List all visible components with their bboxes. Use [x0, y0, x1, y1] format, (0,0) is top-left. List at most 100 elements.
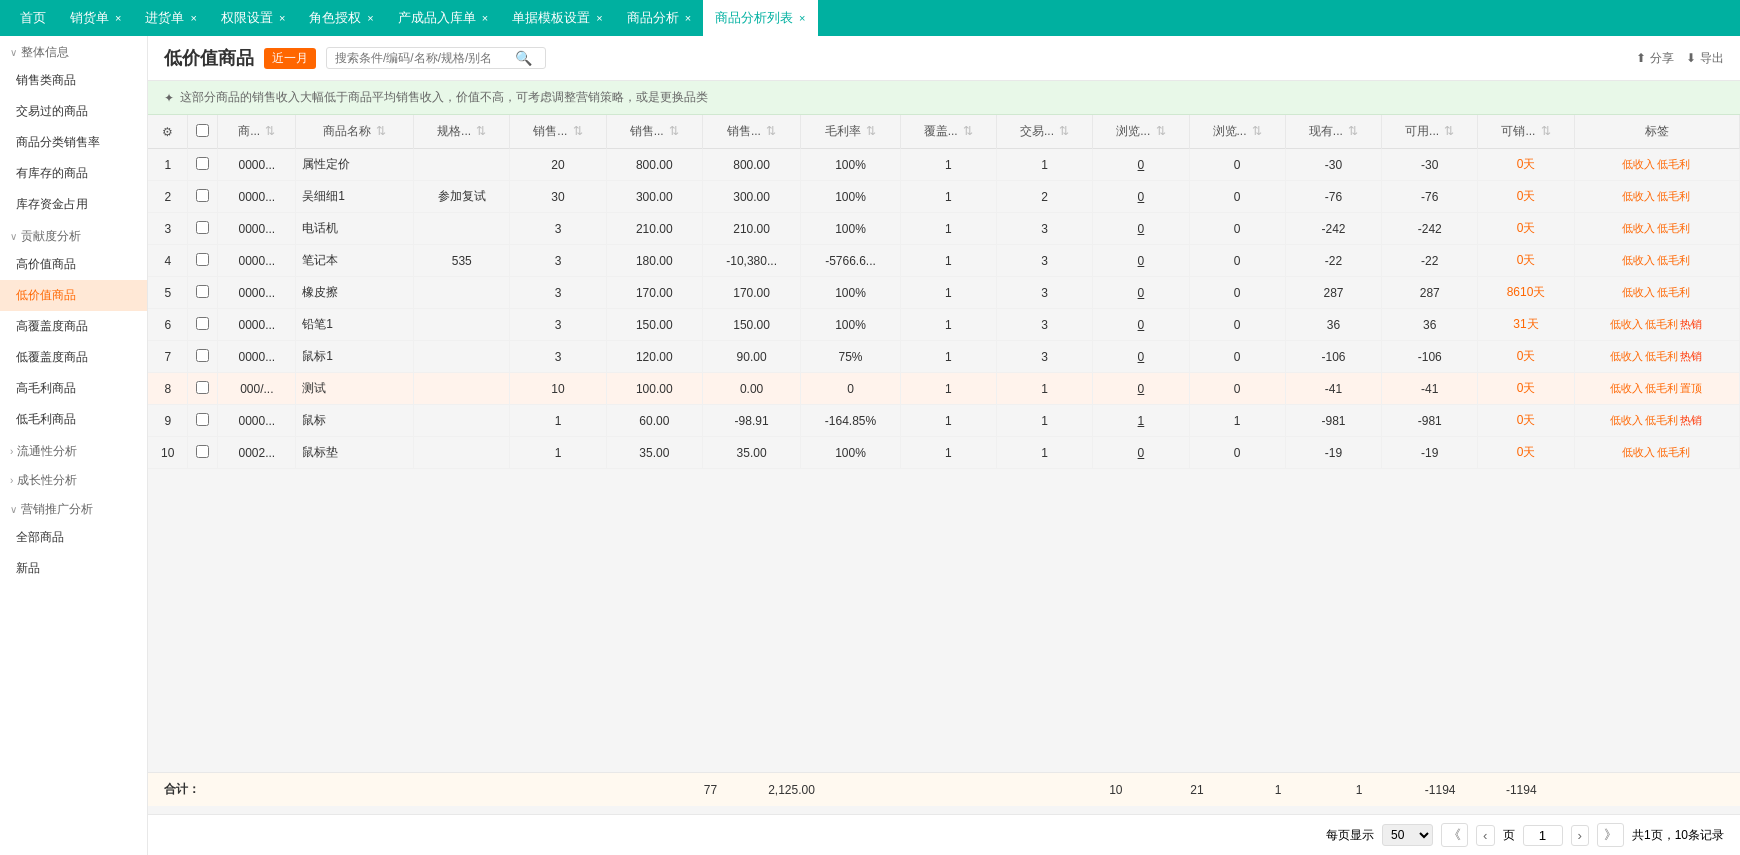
- select-all-checkbox[interactable]: [196, 124, 209, 137]
- cell-name: 属性定价: [296, 149, 414, 181]
- sidebar-item-new-products[interactable]: 新品: [0, 553, 147, 584]
- next-page-btn[interactable]: ›: [1571, 825, 1589, 846]
- per-page-select[interactable]: 50 100: [1382, 824, 1433, 846]
- close-icon[interactable]: ×: [799, 12, 805, 24]
- cell-views1[interactable]: 0: [1093, 213, 1189, 245]
- nav-home[interactable]: 首页: [8, 0, 58, 36]
- cell-views1[interactable]: 0: [1093, 181, 1189, 213]
- nav-template-settings[interactable]: 单据模板设置 ×: [500, 0, 614, 36]
- th-available[interactable]: 可用... ⇅: [1382, 115, 1478, 149]
- th-sales-cost[interactable]: 销售... ⇅: [702, 115, 800, 149]
- cell-name: 测试: [296, 373, 414, 405]
- cell-sellable: 0天: [1478, 149, 1574, 181]
- close-icon[interactable]: ×: [115, 12, 121, 24]
- cell-checkbox[interactable]: [188, 309, 218, 341]
- cell-sales-cost: 800.00: [702, 149, 800, 181]
- cell-checkbox[interactable]: [188, 245, 218, 277]
- sidebar-item-traded-products[interactable]: 交易过的商品: [0, 96, 147, 127]
- page-input[interactable]: [1523, 825, 1563, 846]
- prev-page-btn[interactable]: ‹: [1476, 825, 1494, 846]
- cell-checkbox[interactable]: [188, 213, 218, 245]
- sidebar-item-high-value[interactable]: 高价值商品: [0, 249, 147, 280]
- cell-checkbox[interactable]: [188, 181, 218, 213]
- sidebar-section-growth[interactable]: › 成长性分析: [0, 464, 147, 493]
- sidebar-section-flow[interactable]: › 流通性分析: [0, 435, 147, 464]
- cell-no: 2: [148, 181, 188, 213]
- sidebar-item-in-stock[interactable]: 有库存的商品: [0, 158, 147, 189]
- last-page-btn[interactable]: 》: [1597, 823, 1624, 847]
- nav-finished-goods[interactable]: 产成品入库单 ×: [386, 0, 500, 36]
- sidebar-section-contribution[interactable]: ∨ 贡献度分析: [0, 220, 147, 249]
- cell-checkbox[interactable]: [188, 277, 218, 309]
- cell-views1[interactable]: 0: [1093, 341, 1189, 373]
- share-button[interactable]: ⬆ 分享: [1636, 50, 1674, 67]
- cell-checkbox[interactable]: [188, 149, 218, 181]
- th-coverage[interactable]: 覆盖... ⇅: [900, 115, 996, 149]
- sidebar-item-low-coverage[interactable]: 低覆盖度商品: [0, 342, 147, 373]
- cell-views2: 0: [1189, 245, 1285, 277]
- close-icon[interactable]: ×: [685, 12, 691, 24]
- cell-views1[interactable]: 0: [1093, 373, 1189, 405]
- nav-product-analysis-list[interactable]: 商品分析列表 ×: [703, 0, 817, 36]
- cell-views1[interactable]: 0: [1093, 309, 1189, 341]
- cell-views1[interactable]: 0: [1093, 245, 1189, 277]
- table-row: 3 0000... 电话机 3 210.00 210.00 100% 1 3 0…: [148, 213, 1740, 245]
- sidebar-item-category-sales-rate[interactable]: 商品分类销售率: [0, 127, 147, 158]
- search-input[interactable]: [335, 51, 515, 65]
- sidebar-item-high-margin[interactable]: 高毛利商品: [0, 373, 147, 404]
- th-sellable[interactable]: 可销... ⇅: [1478, 115, 1574, 149]
- cell-gross-margin: 100%: [801, 277, 900, 309]
- search-icon[interactable]: 🔍: [515, 50, 532, 66]
- cell-views1[interactable]: 0: [1093, 437, 1189, 469]
- cell-available: -106: [1382, 341, 1478, 373]
- scrollbar[interactable]: [148, 806, 1740, 814]
- cell-checkbox[interactable]: [188, 341, 218, 373]
- table-row: 9 0000... 鼠标 1 60.00 -98.91 -164.85% 1 1…: [148, 405, 1740, 437]
- cell-views1[interactable]: 1: [1093, 405, 1189, 437]
- sidebar-item-sales-products[interactable]: 销售类商品: [0, 65, 147, 96]
- close-icon[interactable]: ×: [279, 12, 285, 24]
- th-current[interactable]: 现有... ⇅: [1285, 115, 1381, 149]
- th-sales-qty[interactable]: 销售... ⇅: [510, 115, 606, 149]
- cell-views1[interactable]: 0: [1093, 149, 1189, 181]
- th-trade[interactable]: 交易... ⇅: [997, 115, 1093, 149]
- th-views1[interactable]: 浏览... ⇅: [1093, 115, 1189, 149]
- summary-sales-amount: 2,125.00: [751, 783, 832, 797]
- th-spec[interactable]: 规格... ⇅: [414, 115, 510, 149]
- export-button[interactable]: ⬇ 导出: [1686, 50, 1724, 67]
- sidebar-item-low-margin[interactable]: 低毛利商品: [0, 404, 147, 435]
- first-page-btn[interactable]: 《: [1441, 823, 1468, 847]
- close-icon[interactable]: ×: [596, 12, 602, 24]
- cell-gross-margin: 0: [801, 373, 900, 405]
- th-name[interactable]: 商品名称 ⇅: [296, 115, 414, 149]
- th-checkbox[interactable]: [188, 115, 218, 149]
- sidebar-item-low-value[interactable]: 低价值商品: [0, 280, 147, 311]
- cell-name: 鼠标1: [296, 341, 414, 373]
- cell-checkbox[interactable]: [188, 373, 218, 405]
- sidebar-item-all-products[interactable]: 全部商品: [0, 522, 147, 553]
- cell-trade: 1: [997, 149, 1093, 181]
- th-views2[interactable]: 浏览... ⇅: [1189, 115, 1285, 149]
- nav-sales-order[interactable]: 销货单 ×: [58, 0, 133, 36]
- sidebar-section-marketing[interactable]: ∨ 营销推广分析: [0, 493, 147, 522]
- cell-checkbox[interactable]: [188, 437, 218, 469]
- sidebar-section-overall[interactable]: ∨ 整体信息: [0, 36, 147, 65]
- sidebar-item-high-coverage[interactable]: 高覆盖度商品: [0, 311, 147, 342]
- close-icon[interactable]: ×: [482, 12, 488, 24]
- close-icon[interactable]: ×: [367, 12, 373, 24]
- cell-sales-cost: 35.00: [702, 437, 800, 469]
- nav-product-analysis[interactable]: 商品分析 ×: [615, 0, 703, 36]
- nav-purchase-order[interactable]: 进货单 ×: [133, 0, 208, 36]
- nav-roles[interactable]: 角色授权 ×: [297, 0, 385, 36]
- th-code[interactable]: 商... ⇅: [218, 115, 296, 149]
- collapse-arrow-icon: ›: [10, 475, 13, 486]
- sidebar-item-stock-fund[interactable]: 库存资金占用: [0, 189, 147, 220]
- time-filter-btn[interactable]: 近一月: [264, 48, 316, 69]
- cell-views1[interactable]: 0: [1093, 277, 1189, 309]
- th-sales-amount[interactable]: 销售... ⇅: [606, 115, 702, 149]
- th-settings[interactable]: ⚙: [148, 115, 188, 149]
- close-icon[interactable]: ×: [190, 12, 196, 24]
- th-gross-margin[interactable]: 毛利率 ⇅: [801, 115, 900, 149]
- nav-permissions[interactable]: 权限设置 ×: [209, 0, 297, 36]
- cell-checkbox[interactable]: [188, 405, 218, 437]
